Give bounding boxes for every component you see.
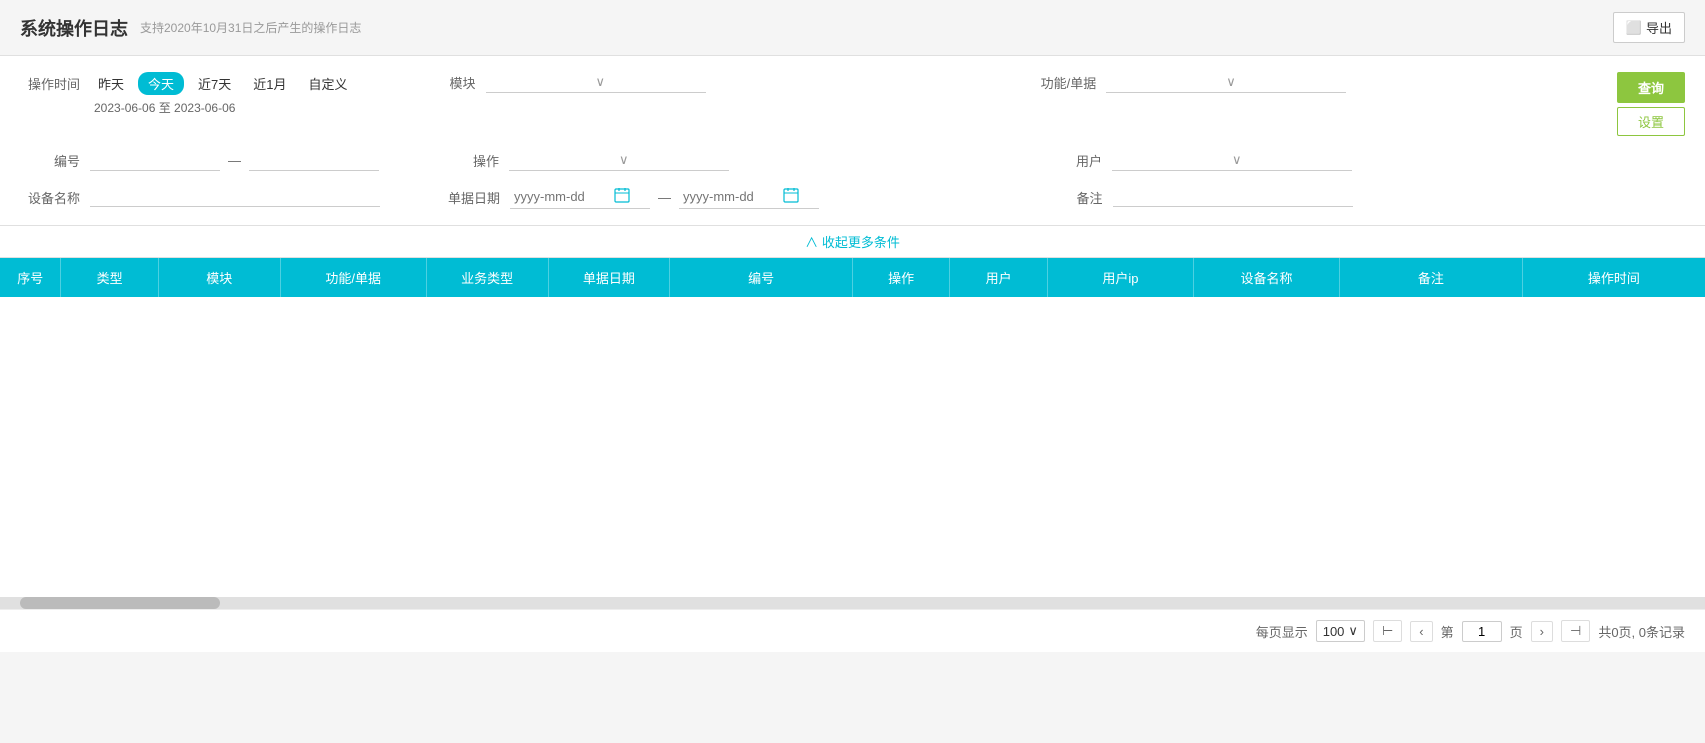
docdate-filter-group: 单据日期 — [440,185,993,209]
time-range-display: 2023-06-06 至 2023-06-06 [94,99,235,116]
time-options: 昨天 今天 近7天 近1月 自定义 [90,72,356,95]
page-header: 系统操作日志 支持2020年10月31日之后产生的操作日志 ⬜ 导出 [0,0,1705,56]
func-select[interactable]: ∨ [1106,72,1346,93]
time-label: 操作时间 [20,74,90,93]
collapse-bar[interactable]: ∧ 收起更多条件 [0,226,1705,258]
docdate-label: 单据日期 [440,188,510,207]
func-filter-group: 功能/单据 ∨ [1026,72,1597,93]
user-select[interactable]: ∨ [1112,150,1352,171]
export-icon: ⬜ [1626,20,1642,36]
col-seq: 序号 [0,258,61,297]
prev-page-button[interactable]: ‹ [1410,621,1432,642]
collapse-label: 收起更多条件 [822,235,900,250]
time-filter-group: 操作时间 昨天 今天 近7天 近1月 自定义 2023-06-06 至 2023… [20,72,356,116]
col-user-ip: 用户ip [1047,258,1193,297]
code-input-start[interactable] [90,151,220,171]
code-filter-group: 编号 — [20,151,379,171]
docdate-end-input[interactable] [683,189,783,204]
page-title: 系统操作日志 [20,15,128,41]
time-yesterday[interactable]: 昨天 [90,72,132,95]
user-filter-group: 用户 ∨ [1032,150,1585,171]
table-wrap: 序号 类型 模块 功能/单据 业务类型 单据日期 编号 操作 用户 用户ip 设… [0,258,1705,297]
module-label: 模块 [416,73,486,92]
col-module: 模块 [158,258,280,297]
col-operation: 操作 [852,258,949,297]
col-doc-date: 单据日期 [548,258,670,297]
col-func: 功能/单据 [280,258,426,297]
user-label: 用户 [1032,151,1112,170]
pagination: 每页显示 100 ∨ ⊢ ‹ 第 页 › ⊣ 共0页, 0条记录 [0,609,1705,652]
module-select[interactable]: ∨ [486,72,706,93]
code-label: 编号 [20,151,90,170]
user-chevron-icon: ∨ [1232,152,1348,168]
docdate-start-wrap [510,185,650,209]
filter-area: 操作时间 昨天 今天 近7天 近1月 自定义 2023-06-06 至 2023… [0,56,1705,226]
per-page-label: 每页显示 [1256,622,1308,641]
time-today[interactable]: 今天 [138,72,184,95]
func-label: 功能/单据 [1026,73,1106,92]
module-filter-group: 模块 ∨ [416,72,987,93]
operation-label: 操作 [439,151,509,170]
page-unit: 页 [1510,622,1523,641]
last-page-button[interactable]: ⊣ [1561,620,1590,642]
col-user: 用户 [950,258,1047,297]
device-input[interactable] [90,187,380,207]
data-table: 序号 类型 模块 功能/单据 业务类型 单据日期 编号 操作 用户 用户ip 设… [0,258,1705,297]
func-chevron-icon: ∨ [1226,74,1342,90]
first-page-button[interactable]: ⊢ [1373,620,1402,642]
header-left: 系统操作日志 支持2020年10月31日之后产生的操作日志 [20,15,361,41]
docdate-end-wrap [679,185,819,209]
time-1month[interactable]: 近1月 [245,72,294,95]
col-op-time: 操作时间 [1522,258,1705,297]
code-input-end[interactable] [249,151,379,171]
next-page-button[interactable]: › [1531,621,1553,642]
settings-button[interactable]: 设置 [1617,107,1685,136]
collapse-icon: ∧ [805,235,818,250]
calendar-end-icon[interactable] [783,187,799,206]
time-7days[interactable]: 近7天 [190,72,239,95]
module-chevron-icon: ∨ [596,74,702,90]
export-label: 导出 [1646,18,1672,37]
col-remark: 备注 [1340,258,1523,297]
remark-input[interactable] [1113,187,1353,207]
device-filter-group: 设备名称 [20,187,380,207]
per-page-select[interactable]: 100 ∨ [1316,620,1365,642]
calendar-start-icon[interactable] [614,187,630,206]
filter-row-1: 操作时间 昨天 今天 近7天 近1月 自定义 2023-06-06 至 2023… [20,72,1685,136]
filter-row-2: 编号 — 操作 ∨ 用户 ∨ [20,150,1685,171]
action-buttons: 查询 设置 [1617,72,1685,136]
query-button[interactable]: 查询 [1617,72,1685,103]
operation-filter-group: 操作 ∨ [439,150,992,171]
col-type: 类型 [61,258,158,297]
filter-row-3: 设备名称 单据日期 — 备注 [20,185,1685,209]
col-biz-type: 业务类型 [426,258,548,297]
operation-chevron-icon: ∨ [619,152,725,168]
per-page-value: 100 [1323,624,1345,639]
docdate-separator: — [658,190,671,205]
export-button[interactable]: ⬜ 导出 [1613,12,1685,43]
total-info: 共0页, 0条记录 [1598,622,1685,641]
scrollbar-thumb[interactable] [20,597,220,609]
page-input[interactable] [1462,621,1502,642]
operation-select[interactable]: ∨ [509,150,729,171]
remark-label: 备注 [1033,188,1113,207]
page-label: 第 [1441,622,1454,641]
remark-filter-group: 备注 [1033,187,1586,207]
time-custom[interactable]: 自定义 [301,72,356,95]
docdate-start-input[interactable] [514,189,614,204]
code-separator: — [228,153,241,168]
per-page-chevron-icon: ∨ [1348,623,1358,639]
scrollbar-area[interactable] [0,597,1705,609]
page-subtitle: 支持2020年10月31日之后产生的操作日志 [140,19,361,36]
device-label: 设备名称 [20,188,90,207]
col-device: 设备名称 [1193,258,1339,297]
empty-area [0,297,1705,597]
col-code: 编号 [670,258,853,297]
table-header-row: 序号 类型 模块 功能/单据 业务类型 单据日期 编号 操作 用户 用户ip 设… [0,258,1705,297]
